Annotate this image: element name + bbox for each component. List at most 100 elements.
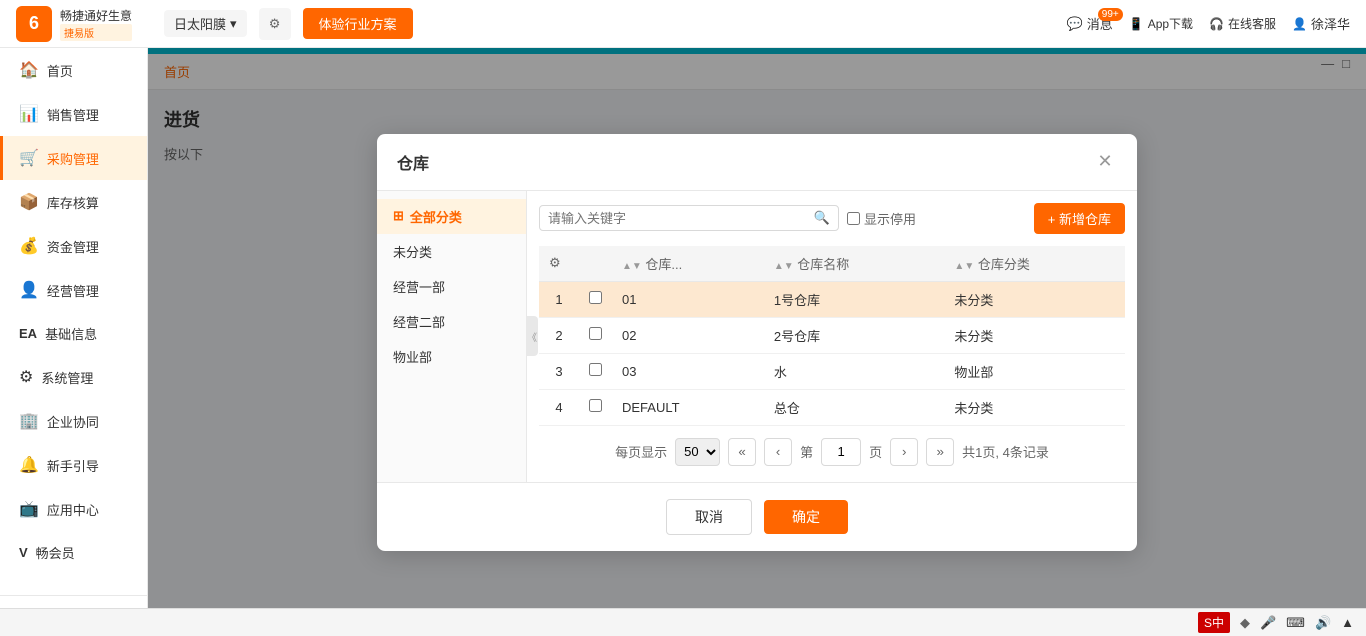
sidebar-item-system[interactable]: ⚙ 系统管理 <box>0 355 147 399</box>
purchase-icon: 🛒 <box>19 148 39 168</box>
sidebar-item-membership[interactable]: V 畅会员 <box>0 531 147 574</box>
sidebar-item-label: 畅会员 <box>36 543 75 562</box>
last-page-button[interactable]: » <box>926 438 954 466</box>
collapse-panel-button[interactable]: 《 <box>526 316 538 356</box>
new-warehouse-button[interactable]: + 新增仓库 <box>1034 203 1125 234</box>
row-checkbox-cell <box>579 353 612 389</box>
table-row[interactable]: 2 02 2号仓库 未分类 <box>539 317 1125 353</box>
user-profile-button[interactable]: 👤 徐泽华 <box>1292 14 1350 33</box>
per-page-label: 每页显示 <box>615 442 667 461</box>
category-item-dept1[interactable]: 经营一部 <box>377 269 526 304</box>
app-download-button[interactable]: 📱 App下载 <box>1129 15 1193 32</box>
speaker-icon[interactable]: 🔊 <box>1315 615 1331 631</box>
main-layout: 🏠 首页 📊 销售管理 🛒 采购管理 📦 库存核算 💰 资金管理 👤 经营管理 … <box>0 48 1366 636</box>
row-number: 3 <box>539 353 579 389</box>
sidebar-item-label: 经营管理 <box>47 281 99 300</box>
table-row[interactable]: 3 03 水 物业部 <box>539 353 1125 389</box>
gear-icon: ⚙ <box>269 16 281 32</box>
logo-text: 畅捷通好生意 捷易版 <box>60 7 132 41</box>
sidebar-item-purchase[interactable]: 🛒 采购管理 <box>0 136 147 180</box>
per-page-select[interactable]: 50 <box>675 438 720 466</box>
sidebar-item-inventory[interactable]: 📦 库存核算 <box>0 180 147 224</box>
modal-body: ⊞ 全部分类 未分类 经营一部 经营二部 物业部 <box>377 191 1137 482</box>
table-row[interactable]: 1 01 1号仓库 未分类 <box>539 281 1125 317</box>
headset-icon: 🎧 <box>1209 17 1224 31</box>
row-checkbox-cell <box>579 389 612 425</box>
next-page-button[interactable]: › <box>890 438 918 466</box>
sidebar-item-finance[interactable]: 💰 资金管理 <box>0 224 147 268</box>
modal-header: 仓库 ✕ <box>377 134 1137 191</box>
warehouse-name: 1号仓库 <box>764 281 945 317</box>
search-icon[interactable]: 🔍 <box>814 210 830 226</box>
warehouse-code: 02 <box>612 317 764 353</box>
search-input[interactable] <box>548 211 814 226</box>
cancel-button[interactable]: 取消 <box>666 499 752 535</box>
apps-icon: 📺 <box>19 499 39 519</box>
category-label: 物业部 <box>393 350 432 365</box>
main-content: 首页 进货 按以下 — □ 仓库 ✕ <box>148 48 1366 636</box>
store-name: 日太阳膜 <box>174 14 226 33</box>
sidebar-item-basic-info[interactable]: EA 基础信息 <box>0 312 147 355</box>
table-row[interactable]: 4 DEFAULT 总仓 未分类 <box>539 389 1125 425</box>
row-checkbox[interactable] <box>589 327 602 340</box>
warehouse-table: ⚙ ▲▼ 仓库... ▲▼ 仓库名称 <box>539 246 1125 426</box>
warehouse-name: 总仓 <box>764 389 945 425</box>
sidebar-item-home[interactable]: 🏠 首页 <box>0 48 147 92</box>
keyboard-icon[interactable]: ⌨ <box>1286 615 1305 631</box>
category-item-dept2[interactable]: 经营二部 <box>377 304 526 339</box>
th-warehouse-name: ▲▼ 仓库名称 <box>764 246 945 282</box>
category-item-unclassified[interactable]: 未分类 <box>377 234 526 269</box>
row-checkbox[interactable] <box>589 291 602 304</box>
first-page-button[interactable]: « <box>728 438 756 466</box>
row-number: 1 <box>539 281 579 317</box>
table-container: ⚙ ▲▼ 仓库... ▲▼ 仓库名称 <box>539 246 1125 426</box>
row-number: 2 <box>539 317 579 353</box>
sidebar-item-apps[interactable]: 📺 应用中心 <box>0 487 147 531</box>
all-categories-item[interactable]: ⊞ 全部分类 <box>377 199 526 234</box>
sidebar-item-label: 系统管理 <box>41 368 93 387</box>
row-checkbox-cell <box>579 281 612 317</box>
prev-page-button[interactable]: ‹ <box>764 438 792 466</box>
message-icon: 💬 <box>1067 16 1083 32</box>
mic-icon[interactable]: 🎤 <box>1260 615 1276 631</box>
online-service-button[interactable]: 🎧 在线客服 <box>1209 15 1276 32</box>
sidebar-item-label: 首页 <box>47 61 73 80</box>
pagination: 每页显示 50 « ‹ 第 页 <box>539 426 1125 470</box>
warehouse-code: DEFAULT <box>612 389 764 425</box>
show-disabled-checkbox[interactable] <box>847 212 860 225</box>
trial-button[interactable]: 体验行业方案 <box>303 8 413 39</box>
sidebar-item-sales[interactable]: 📊 销售管理 <box>0 92 147 136</box>
confirm-button[interactable]: 确定 <box>764 500 848 534</box>
settings-button[interactable]: ⚙ <box>259 8 291 40</box>
category-label: 未分类 <box>393 245 432 260</box>
sidebar-item-enterprise[interactable]: 🏢 企业协同 <box>0 399 147 443</box>
messages-button[interactable]: 💬 消息 99+ <box>1067 14 1113 33</box>
table-toolbar: 🔍 显示停用 + 新增仓库 <box>539 203 1125 234</box>
th-settings[interactable]: ⚙ <box>539 246 579 282</box>
page-suffix: 页 <box>869 442 882 461</box>
category-item-property[interactable]: 物业部 <box>377 339 526 374</box>
tray-icon[interactable]: ▲ <box>1341 615 1354 630</box>
category-label: 经营一部 <box>393 280 445 295</box>
category-label: 经营二部 <box>393 315 445 330</box>
logo-badge: 捷易版 <box>60 24 132 41</box>
row-checkbox[interactable] <box>589 399 602 412</box>
next-icon: › <box>902 444 906 459</box>
modal-close-button[interactable]: ✕ <box>1093 150 1117 174</box>
status-bar: S中 ◆ 🎤 ⌨ 🔊 ▲ <box>0 608 1366 636</box>
operations-icon: 👤 <box>19 280 39 300</box>
sort-icon: ▲▼ <box>774 261 794 272</box>
warehouse-category: 未分类 <box>944 317 1125 353</box>
all-categories-label: 全部分类 <box>410 207 462 226</box>
last-icon: » <box>936 444 943 459</box>
search-box: 🔍 <box>539 205 839 231</box>
page-number-input[interactable] <box>821 438 861 466</box>
row-checkbox[interactable] <box>589 363 602 376</box>
sidebar-item-guide[interactable]: 🔔 新手引导 <box>0 443 147 487</box>
sidebar-item-operations[interactable]: 👤 经营管理 <box>0 268 147 312</box>
store-selector[interactable]: 日太阳膜 ▾ <box>164 10 247 37</box>
sort-icon: ▲▼ <box>622 261 642 272</box>
row-checkbox-cell <box>579 317 612 353</box>
category-panel: ⊞ 全部分类 未分类 经营一部 经营二部 物业部 <box>377 191 527 482</box>
user-icon: 👤 <box>1292 17 1307 31</box>
